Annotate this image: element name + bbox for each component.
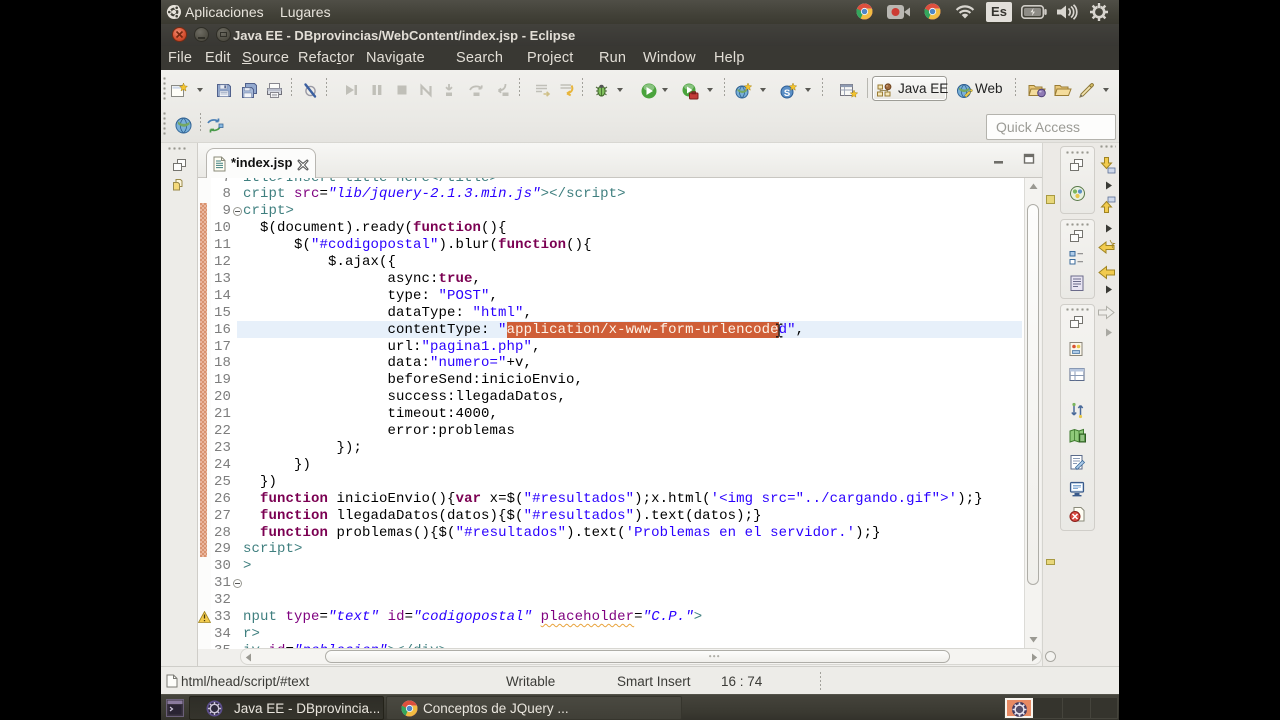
svg-text:S: S [784,88,790,99]
